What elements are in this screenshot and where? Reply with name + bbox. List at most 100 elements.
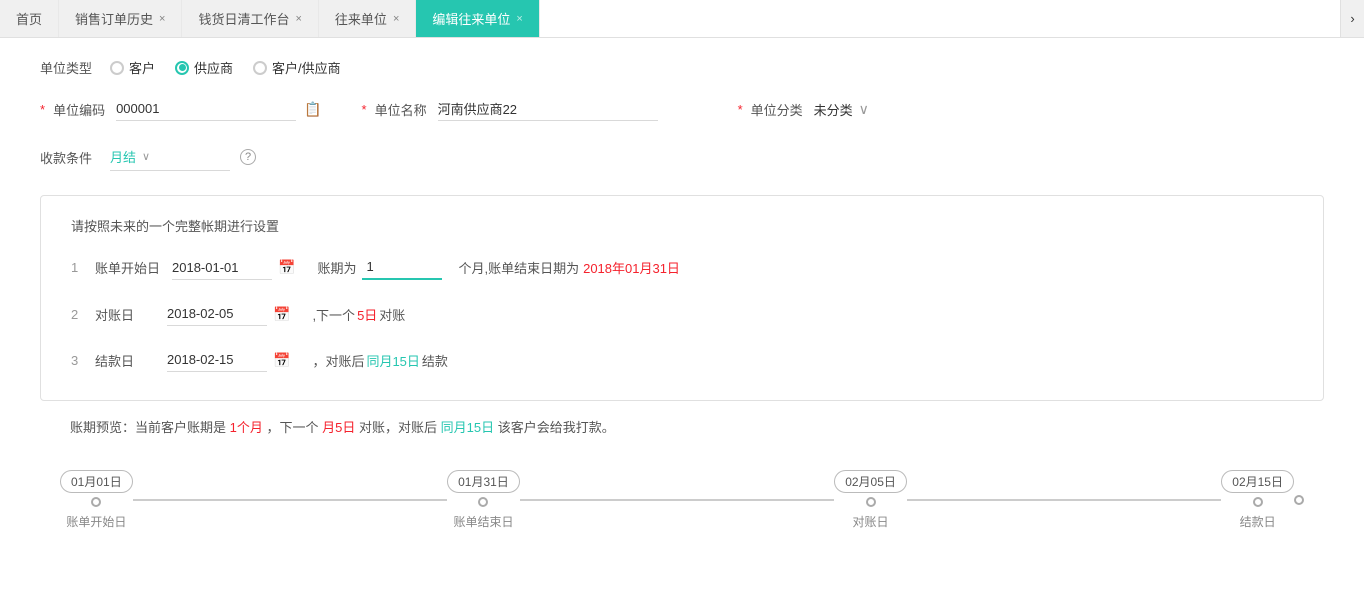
- preview-mid2: 对账，对账后: [359, 420, 437, 435]
- radio-supplier[interactable]: 供应商: [175, 58, 233, 77]
- row-type-label-3: 结款日: [95, 351, 155, 370]
- row-num-1: 1: [71, 260, 95, 275]
- radio-customer-supplier-circle: [253, 61, 267, 75]
- tab-sales-history[interactable]: 销售订单历史 ×: [59, 0, 182, 37]
- unit-type-row: 单位类型 客户 供应商 客户/供应商: [40, 58, 1324, 77]
- row-num-3: 3: [71, 353, 95, 368]
- row-calendar-icon-3[interactable]: 📅: [273, 352, 290, 369]
- tab-contacts[interactable]: 往来单位 ×: [319, 0, 416, 37]
- timeline-badge-3: 02月05日: [834, 470, 907, 493]
- unit-classify-select[interactable]: 未分类 ∨: [814, 100, 869, 119]
- row-date-input-2[interactable]: [167, 302, 267, 326]
- radio-customer-supplier[interactable]: 客户/供应商: [253, 58, 341, 77]
- row-suffix-3: 结款: [422, 351, 448, 370]
- preview-text: 账期预览：当前客户账期是 1个月 ，下一个 月5日 对账，对账后 同月15日 该…: [40, 417, 1324, 436]
- radio-customer[interactable]: 客户: [110, 58, 155, 77]
- main-content: 单位类型 客户 供应商 客户/供应商 * 单位编码 📋 * 单位名称: [0, 38, 1364, 608]
- timeline-badge-1: 01月01日: [60, 470, 133, 493]
- row-suffix-1: 个月,账单结束日期为: [458, 258, 579, 277]
- row-type-label-2: 对账日: [95, 305, 155, 324]
- row-suffix-2: 对账: [379, 305, 405, 324]
- tab-cashflow-label: 钱货日清工作台: [198, 9, 289, 28]
- unit-name-group: * 单位名称: [362, 97, 658, 121]
- unit-code-label: 单位编码: [53, 100, 108, 119]
- preview-part2: 月5日: [322, 420, 355, 435]
- tab-overflow-button[interactable]: ›: [1340, 0, 1364, 37]
- tab-home-label: 首页: [16, 9, 42, 28]
- preview-mid1: ，下一个: [267, 420, 319, 435]
- timeline-label-4: 结款日: [1240, 513, 1276, 530]
- unit-type-label: 单位类型: [40, 58, 100, 77]
- timeline-line-1: [133, 499, 447, 501]
- required-star-name: *: [362, 102, 367, 117]
- tab-cashflow-close[interactable]: ×: [295, 13, 301, 25]
- payment-value: 月结: [110, 147, 136, 166]
- row-calendar-icon-1[interactable]: 📅: [278, 259, 295, 276]
- tab-cashflow[interactable]: 钱货日清工作台 ×: [182, 0, 318, 37]
- payment-select[interactable]: 月结 ∨: [110, 143, 230, 171]
- tab-edit-contact[interactable]: 编辑往来单位 ×: [416, 0, 539, 37]
- period-input[interactable]: [362, 255, 442, 280]
- radio-customer-label: 客户: [129, 58, 155, 77]
- row-highlight-2: 5日: [357, 305, 377, 324]
- setting-row-3: 3 结款日 📅 ，对账后 同月15日 结款: [71, 348, 1293, 372]
- payment-help-icon[interactable]: ?: [240, 149, 256, 165]
- tab-sales-history-label: 销售订单历史: [75, 9, 153, 28]
- unit-classify-label: 单位分类: [751, 100, 806, 119]
- required-star-code: *: [40, 102, 45, 117]
- row-date-input-1[interactable]: [172, 256, 272, 280]
- row-calendar-icon-2[interactable]: 📅: [273, 306, 290, 323]
- timeline-label-3: 对账日: [853, 513, 889, 530]
- timeline-node-3: 02月05日 对账日: [834, 470, 907, 530]
- tab-contacts-label: 往来单位: [335, 9, 387, 28]
- tab-bar: 首页 销售订单历史 × 钱货日清工作台 × 往来单位 × 编辑往来单位 × ›: [0, 0, 1364, 38]
- unit-type-radio-group: 客户 供应商 客户/供应商: [110, 58, 341, 77]
- timeline-dot-2: [478, 497, 488, 507]
- radio-customer-supplier-label: 客户/供应商: [272, 58, 341, 77]
- unit-name-label: 单位名称: [375, 100, 430, 119]
- timeline-label-1: 账单开始日: [66, 513, 126, 530]
- tab-sales-history-close[interactable]: ×: [159, 13, 165, 25]
- row-prefix-3: ，对账后: [312, 351, 364, 370]
- timeline-dot-3: [866, 497, 876, 507]
- timeline-label-2: 账单结束日: [453, 513, 513, 530]
- preview-part1: 1个月: [230, 420, 263, 435]
- setting-box: 请按照未来的一个完整帐期进行设置 1 账单开始日 📅 账期为 个月,账单结束日期…: [40, 195, 1324, 401]
- unit-code-input[interactable]: [116, 97, 296, 121]
- unit-info-row: * 单位编码 📋 * 单位名称 * 单位分类 未分类 ∨: [40, 97, 1324, 121]
- preview-prefix: 账期预览：当前客户账期是: [70, 420, 226, 435]
- row-type-label-1: 账单开始日: [95, 258, 160, 277]
- preview-suffix: 该客户会给我打款。: [498, 420, 615, 435]
- preview-part3: 同月15日: [441, 420, 494, 435]
- row-prefix-2: ,下一个: [312, 305, 355, 324]
- timeline-end-dot: [1294, 495, 1304, 505]
- unit-code-group: * 单位编码 📋: [40, 97, 322, 121]
- payment-arrow-icon: ∨: [142, 150, 150, 163]
- unit-classify-value: 未分类: [814, 100, 853, 119]
- row-mid-text-1: 账期为: [317, 258, 356, 277]
- row-highlight-3: 同月15日: [366, 351, 419, 370]
- tab-home[interactable]: 首页: [0, 0, 59, 37]
- tab-edit-contact-close[interactable]: ×: [516, 13, 522, 25]
- timeline-node-1: 01月01日 账单开始日: [60, 470, 133, 530]
- timeline-node-4: 02月15日 结款日: [1221, 470, 1294, 530]
- required-star-classify: *: [738, 102, 743, 117]
- tab-contacts-close[interactable]: ×: [393, 13, 399, 25]
- timeline-badge-2: 01月31日: [447, 470, 520, 493]
- row-highlight-1: 2018年01月31日: [583, 258, 680, 277]
- setting-hint: 请按照未来的一个完整帐期进行设置: [71, 216, 1293, 235]
- row-date-input-3[interactable]: [167, 348, 267, 372]
- payment-label: 收款条件: [40, 148, 100, 167]
- radio-customer-circle: [110, 61, 124, 75]
- timeline-dot-1: [91, 497, 101, 507]
- timeline-node-2: 01月31日 账单结束日: [447, 470, 520, 530]
- timeline-dot-4: [1253, 497, 1263, 507]
- unit-classify-group: * 单位分类 未分类 ∨: [738, 100, 869, 119]
- unit-classify-arrow: ∨: [859, 101, 869, 118]
- tab-edit-contact-label: 编辑往来单位: [432, 9, 510, 28]
- unit-code-icon[interactable]: 📋: [304, 101, 321, 118]
- row-num-2: 2: [71, 307, 95, 322]
- radio-supplier-label: 供应商: [194, 58, 233, 77]
- setting-row-1: 1 账单开始日 📅 账期为 个月,账单结束日期为 2018年01月31日: [71, 255, 1293, 280]
- unit-name-input[interactable]: [438, 97, 658, 121]
